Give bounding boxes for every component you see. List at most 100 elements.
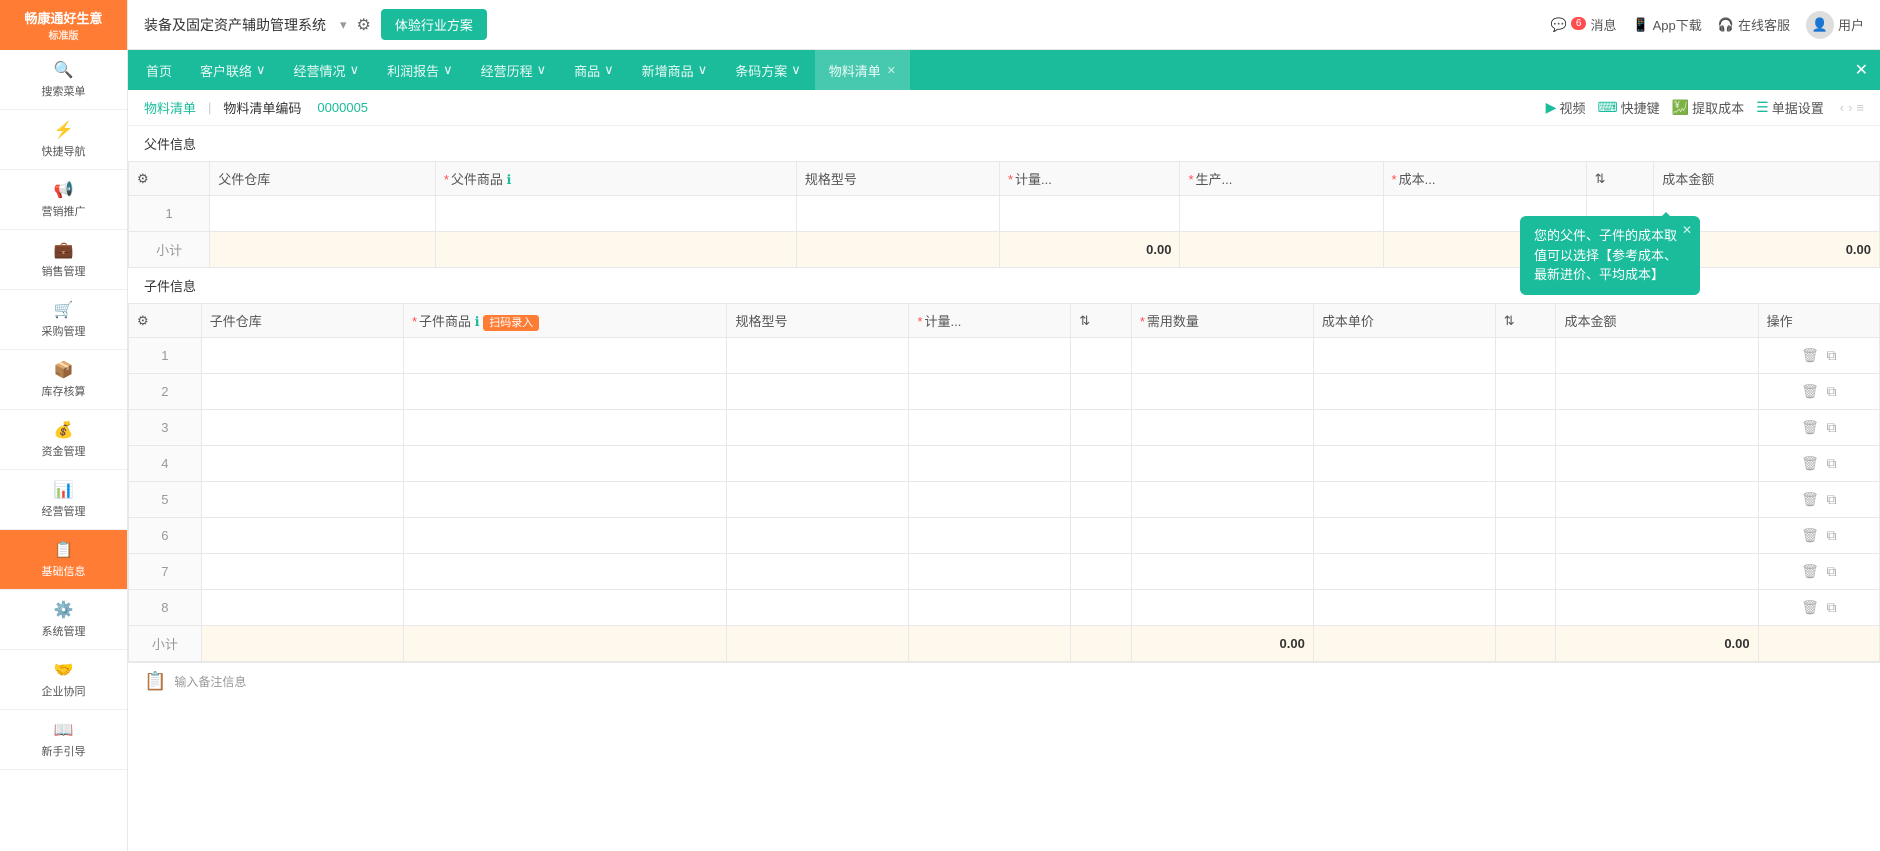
tab-operation[interactable]: 经营情况 ∨ [280,50,374,90]
delete-icon[interactable]: 🗑 [1801,527,1819,543]
copy-icon[interactable]: ⧉ [1827,599,1837,615]
child-cell-unit[interactable] [909,554,1071,590]
child-cell-product[interactable] [403,338,727,374]
sidebar-item-search[interactable]: 🔍 搜索菜单 [0,50,127,110]
child-cell-spec[interactable] [727,410,909,446]
notes-text[interactable]: 输入备注信息 [174,673,246,690]
child-cell-warehouse[interactable] [201,482,403,518]
child-cell-product[interactable] [403,446,727,482]
child-cell-warehouse[interactable] [201,374,403,410]
close-all-tabs[interactable]: ✕ [1847,60,1876,80]
list-view-icon[interactable]: ≡ [1856,100,1864,115]
trial-button[interactable]: 体验行业方案 [381,9,487,40]
delete-icon[interactable]: 🗑 [1801,599,1819,615]
sidebar-item-guide[interactable]: 📖 新手引导 [0,710,127,770]
child-cell-unit[interactable] [909,518,1071,554]
child-cell-qty[interactable] [1131,518,1313,554]
sidebar-item-system[interactable]: ⚙️ 系统管理 [0,590,127,650]
tab-bom[interactable]: 物料清单 ✕ [815,50,910,90]
child-cell-qty[interactable] [1131,338,1313,374]
parent-cell-production[interactable] [1180,196,1383,232]
sidebar-item-marketing[interactable]: 📢 营销推广 [0,170,127,230]
tab-history[interactable]: 经营历程 ∨ [467,50,561,90]
child-cell-qty[interactable] [1131,446,1313,482]
parent-th-sort[interactable]: ⇅ [1586,162,1654,196]
copy-icon[interactable]: ⧉ [1827,527,1837,543]
system-dropdown-icon[interactable]: ▾ [340,17,347,33]
tab-profit[interactable]: 利润报告 ∨ [373,50,467,90]
child-cell-product[interactable] [403,410,727,446]
copy-icon[interactable]: ⧉ [1827,455,1837,471]
tooltip-close-button[interactable]: ✕ [1682,221,1692,239]
child-cell-spec[interactable] [727,554,909,590]
child-cell-spec[interactable] [727,590,909,626]
parent-cell-unit[interactable] [999,196,1180,232]
tab-bom-close[interactable]: ✕ [887,64,896,77]
child-cell-spec[interactable] [727,446,909,482]
child-cell-unit-cost[interactable] [1313,374,1495,410]
parent-cell-product[interactable] [435,196,796,232]
sidebar-item-enterprise[interactable]: 🤝 企业协同 [0,650,127,710]
child-cell-unit-cost[interactable] [1313,482,1495,518]
child-cell-spec[interactable] [727,338,909,374]
doc-settings-action[interactable]: ☰ 单据设置 [1756,98,1824,117]
tab-barcode[interactable]: 条码方案 ∨ [721,50,815,90]
copy-icon[interactable]: ⧉ [1827,563,1837,579]
child-cell-unit[interactable] [909,446,1071,482]
child-th-settings[interactable]: ⚙ [129,304,202,338]
shortcut-action[interactable]: ⌨ 快捷键 [1597,98,1659,117]
child-cell-unit[interactable] [909,590,1071,626]
delete-icon[interactable]: 🗑 [1801,419,1819,435]
delete-icon[interactable]: 🗑 [1801,347,1819,363]
child-cell-product[interactable] [403,554,727,590]
child-cell-warehouse[interactable] [201,446,403,482]
scan-badge[interactable]: 扫码录入 [483,315,539,331]
message-action[interactable]: 💬 6 消息 [1551,15,1617,34]
tab-add-goods[interactable]: 新增商品 ∨ [628,50,722,90]
child-cell-product[interactable] [403,482,727,518]
extract-cost-action[interactable]: 💹 提取成本 [1672,98,1744,117]
child-cell-qty[interactable] [1131,482,1313,518]
online-action[interactable]: 🎧 在线客服 [1718,15,1790,34]
child-th-sort2[interactable]: ⇅ [1495,304,1556,338]
child-cell-unit-cost[interactable] [1313,410,1495,446]
child-cell-warehouse[interactable] [201,518,403,554]
child-cell-unit-cost[interactable] [1313,338,1495,374]
child-cell-unit-cost[interactable] [1313,518,1495,554]
child-cell-warehouse[interactable] [201,338,403,374]
child-cell-product[interactable] [403,374,727,410]
nav-next-icon[interactable]: › [1848,100,1852,115]
delete-icon[interactable]: 🗑 [1801,491,1819,507]
child-cell-warehouse[interactable] [201,410,403,446]
video-action[interactable]: ▶ 视频 [1546,98,1586,117]
child-cell-spec[interactable] [727,482,909,518]
child-cell-product[interactable] [403,590,727,626]
child-cell-unit[interactable] [909,338,1071,374]
delete-icon[interactable]: 🗑 [1801,383,1819,399]
copy-icon[interactable]: ⧉ [1827,347,1837,363]
delete-icon[interactable]: 🗑 [1801,455,1819,471]
sidebar-item-purchase[interactable]: 🛒 采购管理 [0,290,127,350]
child-cell-unit[interactable] [909,374,1071,410]
sidebar-item-basic-info[interactable]: 📋 基础信息 [0,530,127,590]
app-action[interactable]: 📱 App下载 [1632,15,1701,34]
nav-prev-icon[interactable]: ‹ [1840,100,1844,115]
child-cell-unit-cost[interactable] [1313,446,1495,482]
child-cell-unit[interactable] [909,410,1071,446]
sidebar-item-operations[interactable]: 📊 经营管理 [0,470,127,530]
sidebar-item-quick-nav[interactable]: ⚡ 快捷导航 [0,110,127,170]
copy-icon[interactable]: ⧉ [1827,491,1837,507]
parent-th-settings[interactable]: ⚙ [129,162,210,196]
tab-home[interactable]: 首页 [132,50,186,90]
parent-cell-spec[interactable] [796,196,999,232]
sidebar-item-inventory[interactable]: 📦 库存核算 [0,350,127,410]
child-cell-qty[interactable] [1131,590,1313,626]
child-cell-product[interactable] [403,518,727,554]
delete-icon[interactable]: 🗑 [1801,563,1819,579]
child-cell-unit[interactable] [909,482,1071,518]
child-th-sort[interactable]: ⇅ [1071,304,1132,338]
tab-goods[interactable]: 商品 ∨ [560,50,628,90]
user-action[interactable]: 👤 用户 [1806,11,1864,39]
child-cell-unit-cost[interactable] [1313,590,1495,626]
breadcrumb-bom[interactable]: 物料清单 [144,98,196,117]
